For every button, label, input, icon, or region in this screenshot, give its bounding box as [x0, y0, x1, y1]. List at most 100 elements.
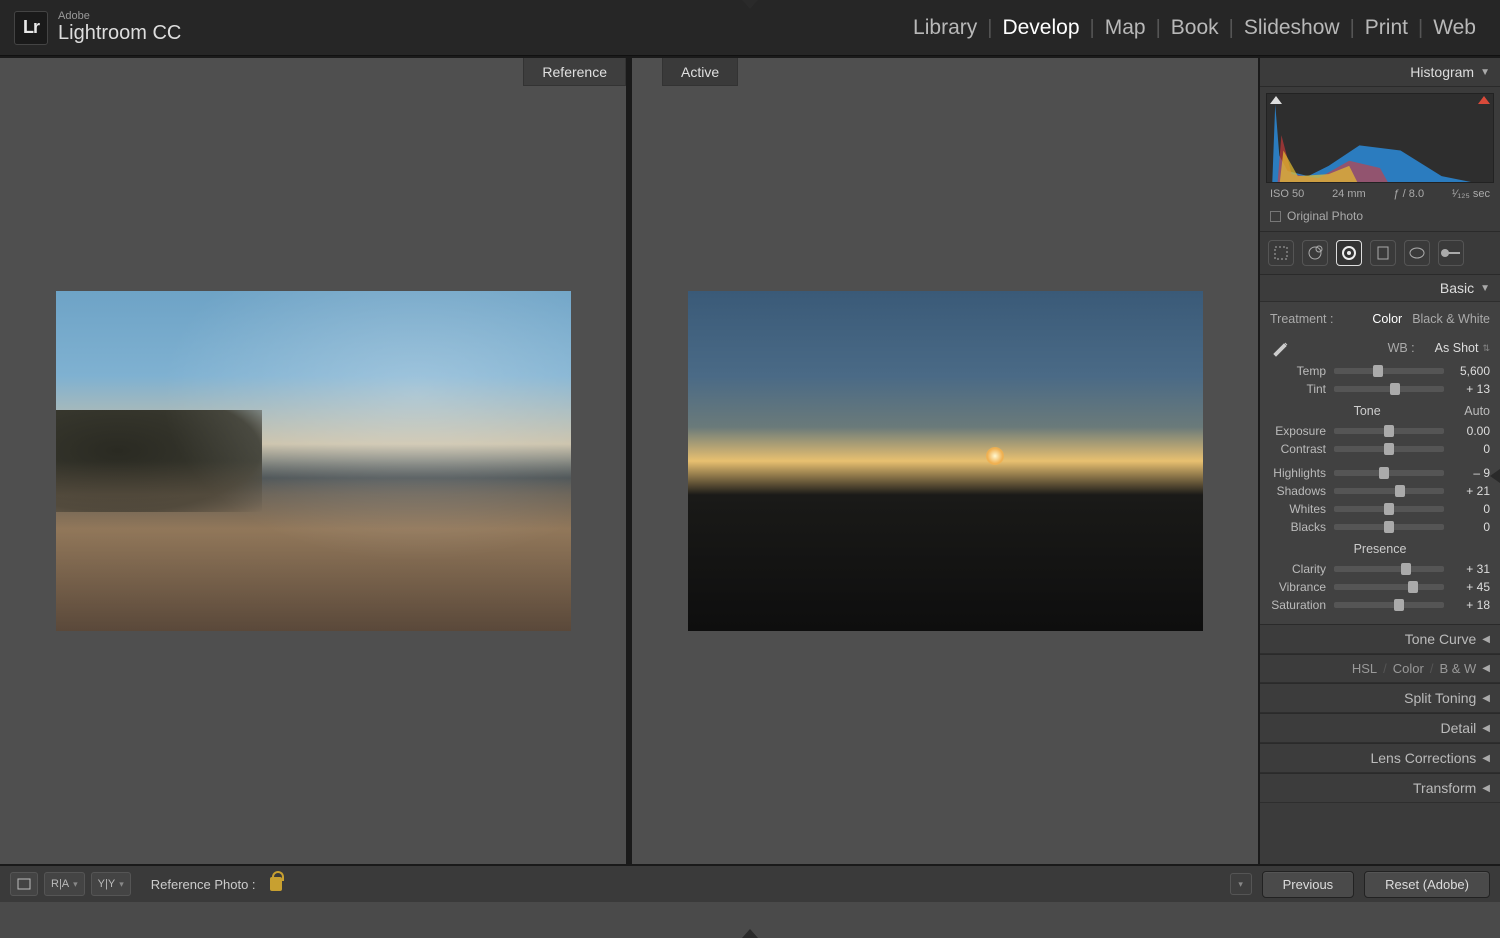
hsl-color-tab[interactable]: Color: [1393, 661, 1424, 676]
highlights-slider[interactable]: [1334, 470, 1444, 476]
previous-button[interactable]: Previous: [1262, 871, 1355, 898]
crop-tool[interactable]: [1268, 240, 1294, 266]
tint-slider[interactable]: [1334, 386, 1444, 392]
temp-slider[interactable]: [1334, 368, 1444, 374]
chevron-left-icon: ◀: [1482, 753, 1490, 764]
redeye-tool[interactable]: [1336, 240, 1362, 266]
treatment-color[interactable]: Color: [1372, 312, 1402, 326]
module-slideshow[interactable]: Slideshow: [1234, 16, 1350, 40]
basic-panel-header[interactable]: Basic ▼: [1260, 275, 1500, 302]
clarity-slider[interactable]: [1334, 566, 1444, 572]
chevron-left-icon: ◀: [1482, 723, 1490, 734]
chevron-left-icon: ◀: [1482, 634, 1490, 645]
blacks-value[interactable]: 0: [1452, 520, 1490, 534]
tint-label: Tint: [1270, 382, 1326, 396]
temp-value[interactable]: 5,600: [1452, 364, 1490, 378]
right-panel: Histogram ▼ ISO 50 24 mm ƒ / 8.0 ¹⁄₁₂₅ s…: [1260, 58, 1500, 864]
blacks-slider[interactable]: [1334, 524, 1444, 530]
highlights-label: Highlights: [1270, 466, 1326, 480]
hsl-bw-tab[interactable]: B & W: [1439, 661, 1476, 676]
treatment-bw[interactable]: Black & White: [1412, 312, 1490, 326]
saturation-value[interactable]: + 18: [1452, 598, 1490, 612]
clarity-label: Clarity: [1270, 562, 1326, 576]
module-web[interactable]: Web: [1423, 16, 1486, 40]
exif-aperture: ƒ / 8.0: [1394, 188, 1425, 200]
active-photo: [688, 291, 1203, 631]
hsl-tab[interactable]: HSL: [1352, 661, 1377, 676]
shadows-value[interactable]: + 21: [1452, 484, 1490, 498]
active-pane[interactable]: Active: [626, 58, 1258, 864]
soft-proof-dropdown[interactable]: ▾: [1230, 873, 1252, 895]
contrast-value[interactable]: 0: [1452, 442, 1490, 456]
exif-focal: 24 mm: [1332, 188, 1366, 200]
reference-photo: [56, 291, 571, 631]
basic-title: Basic: [1440, 280, 1474, 296]
gradient-tool[interactable]: [1370, 240, 1396, 266]
vibrance-value[interactable]: + 45: [1452, 580, 1490, 594]
bottom-panel-toggle[interactable]: [742, 929, 758, 938]
shadows-slider[interactable]: [1334, 488, 1444, 494]
top-panel-toggle[interactable]: [742, 0, 758, 9]
chevron-left-icon: ◀: [1482, 663, 1490, 674]
module-print[interactable]: Print: [1355, 16, 1418, 40]
whites-label: Whites: [1270, 502, 1326, 516]
module-library[interactable]: Library: [903, 16, 987, 40]
detail-panel-header[interactable]: Detail◀: [1260, 713, 1500, 743]
original-photo-checkbox[interactable]: [1270, 211, 1281, 222]
clarity-value[interactable]: + 31: [1452, 562, 1490, 576]
bottom-toolbar: R|A Y|Y Reference Photo : ▾ Previous Res…: [0, 864, 1500, 902]
exif-iso: ISO 50: [1270, 188, 1304, 200]
shadows-label: Shadows: [1270, 484, 1326, 498]
tint-value[interactable]: + 13: [1452, 382, 1490, 396]
reference-label: Reference: [523, 58, 626, 86]
lens-panel-header[interactable]: Lens Corrections◀: [1260, 743, 1500, 773]
tone-curve-panel-header[interactable]: Tone Curve◀: [1260, 624, 1500, 654]
highlights-value[interactable]: – 9: [1452, 466, 1490, 480]
auto-tone-button[interactable]: Auto: [1464, 404, 1490, 418]
whites-value[interactable]: 0: [1452, 502, 1490, 516]
active-label: Active: [662, 58, 738, 86]
exif-shutter: ¹⁄₁₂₅ sec: [1452, 188, 1490, 200]
saturation-slider[interactable]: [1334, 602, 1444, 608]
histogram-title: Histogram: [1410, 64, 1474, 80]
wb-value: As Shot: [1435, 341, 1479, 355]
original-photo-label: Original Photo: [1287, 209, 1363, 223]
spot-tool[interactable]: [1302, 240, 1328, 266]
brush-tool[interactable]: [1438, 240, 1464, 266]
vibrance-slider[interactable]: [1334, 584, 1444, 590]
wb-dropdown[interactable]: As Shot ⇅: [1435, 341, 1490, 355]
hsl-panel-header[interactable]: HSL/ Color/ B & W ◀: [1260, 654, 1500, 683]
module-map[interactable]: Map: [1095, 16, 1156, 40]
before-after-view-button[interactable]: Y|Y: [91, 872, 131, 896]
radial-tool[interactable]: [1404, 240, 1430, 266]
module-picker: Library| Develop| Map| Book| Slideshow| …: [903, 16, 1486, 40]
reference-pane[interactable]: Reference: [0, 58, 626, 864]
reset-button[interactable]: Reset (Adobe): [1364, 871, 1490, 898]
white-balance-picker-icon[interactable]: [1270, 338, 1290, 358]
lock-icon[interactable]: [270, 877, 282, 891]
chevron-left-icon: ◀: [1482, 783, 1490, 794]
reference-view-button[interactable]: R|A: [44, 872, 85, 896]
exif-row: ISO 50 24 mm ƒ / 8.0 ¹⁄₁₂₅ sec: [1266, 183, 1494, 205]
split-toning-panel-header[interactable]: Split Toning◀: [1260, 683, 1500, 713]
whites-slider[interactable]: [1334, 506, 1444, 512]
wb-label: WB :: [1388, 341, 1415, 355]
local-tools-row: [1260, 232, 1500, 275]
basic-panel-body: Treatment : Color Black & White WB : As …: [1260, 302, 1500, 624]
temp-label: Temp: [1270, 364, 1326, 378]
histogram-header[interactable]: Histogram ▼: [1260, 58, 1500, 87]
contrast-label: Contrast: [1270, 442, 1326, 456]
chevron-updown-icon: ⇅: [1482, 343, 1490, 354]
loupe-view-button[interactable]: [10, 872, 38, 896]
treatment-label: Treatment :: [1270, 312, 1362, 326]
saturation-label: Saturation: [1270, 598, 1326, 612]
module-book[interactable]: Book: [1161, 16, 1229, 40]
exposure-slider[interactable]: [1334, 428, 1444, 434]
module-develop[interactable]: Develop: [992, 16, 1089, 40]
transform-panel-header[interactable]: Transform◀: [1260, 773, 1500, 803]
contrast-slider[interactable]: [1334, 446, 1444, 452]
logo-mark: Lr: [14, 11, 48, 45]
exposure-value[interactable]: 0.00: [1452, 424, 1490, 438]
histogram-display[interactable]: [1266, 93, 1494, 183]
right-panel-toggle[interactable]: [1490, 469, 1500, 483]
